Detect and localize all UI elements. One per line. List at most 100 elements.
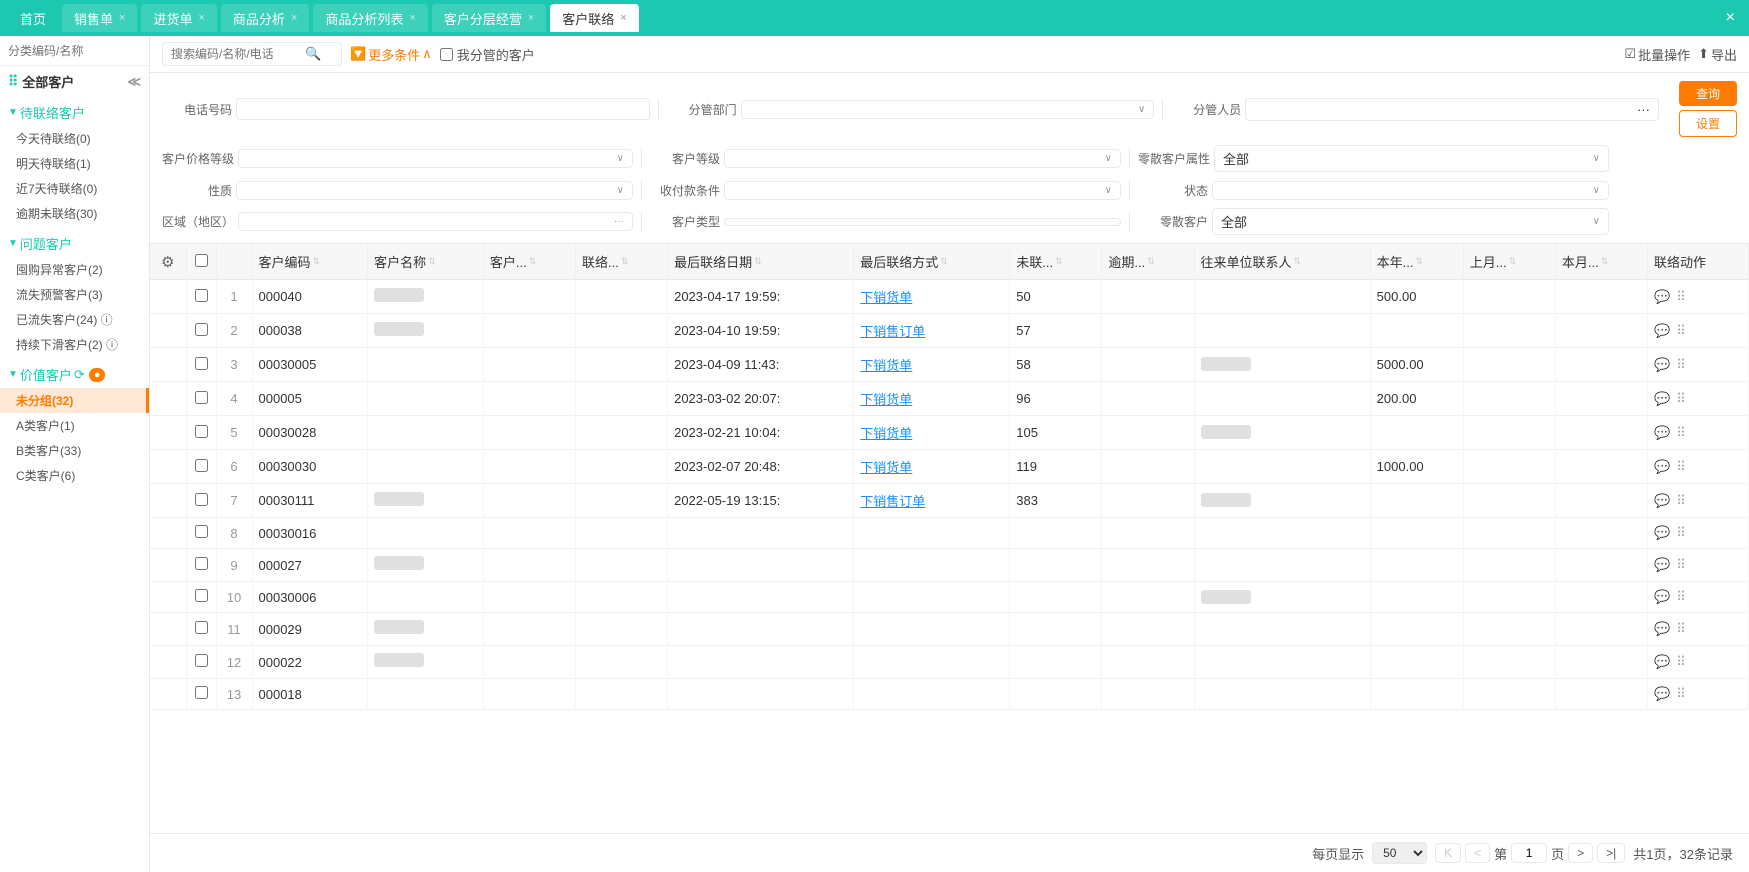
row-checkbox[interactable] (195, 459, 208, 472)
tab-analysis[interactable]: 商品分析 × (221, 4, 309, 32)
reset-button[interactable]: 设置 (1679, 110, 1737, 137)
message-icon[interactable]: 💬 (1654, 654, 1670, 670)
last-page-btn[interactable]: >| (1597, 843, 1625, 863)
first-page-btn[interactable]: K (1435, 843, 1461, 863)
menu-icon[interactable]: ⠿ (1676, 525, 1686, 541)
filter-search-box[interactable]: 🔍 (162, 42, 342, 66)
export-btn[interactable]: ⬆ 导出 (1698, 45, 1737, 64)
filter-phone-input[interactable] (236, 98, 650, 120)
sidebar-group-pending-title[interactable]: ▼ 待联络客户 (0, 99, 149, 126)
th-this-month[interactable]: 本月...⇅ (1555, 244, 1647, 280)
row-checkbox[interactable] (195, 525, 208, 538)
filter-price-level-select[interactable]: ∨ (238, 149, 633, 168)
th-contact[interactable]: 联络...⇅ (575, 244, 667, 280)
filter-nature-select[interactable]: ∨ (236, 181, 633, 200)
tab-analysis-close[interactable]: × (291, 12, 297, 24)
refresh-icon[interactable]: ⟳ (74, 367, 85, 383)
message-icon[interactable]: 💬 (1654, 391, 1670, 407)
menu-icon[interactable]: ⠿ (1676, 589, 1686, 605)
sidebar-item-unclassified[interactable]: 未分组(32) (0, 388, 149, 413)
more-filters-btn[interactable]: 🔽 更多条件 ∧ (350, 45, 432, 64)
tab-home[interactable]: 首页 (8, 4, 58, 32)
row-checkbox[interactable] (195, 391, 208, 404)
sidebar-item-today-pending[interactable]: 今天待联络(0) (0, 126, 149, 151)
sidebar-item-7days-pending[interactable]: 近7天待联络(0) (0, 176, 149, 201)
sidebar-item-class-c[interactable]: C类客户(6) (0, 463, 149, 488)
message-icon[interactable]: 💬 (1654, 289, 1670, 305)
th-name[interactable]: 客户名称⇅ (368, 244, 484, 280)
row-checkbox[interactable] (195, 323, 208, 336)
filter-status-select[interactable]: ∨ (1212, 181, 1609, 200)
row-checkbox[interactable] (195, 686, 208, 699)
th-overdue[interactable]: 逾期...⇅ (1102, 244, 1194, 280)
sidebar-group-problem-title[interactable]: ▼ 问题客户 (0, 230, 149, 257)
sidebar-group-value-title[interactable]: ▼ 价值客户 ⟳ ● (0, 361, 149, 388)
sidebar-collapse-btn[interactable]: ≪ (127, 74, 141, 90)
th-settings[interactable]: ⚙ (150, 244, 186, 280)
menu-icon[interactable]: ⠿ (1676, 357, 1686, 373)
next-page-btn[interactable]: > (1568, 843, 1593, 863)
menu-icon[interactable]: ⠿ (1676, 686, 1686, 702)
last-contact-method-link[interactable]: 下销货单 (860, 392, 912, 407)
page-input[interactable] (1511, 843, 1547, 863)
tab-customer-layer-close[interactable]: × (528, 12, 534, 24)
filter-customer-type-select[interactable] (724, 218, 1121, 226)
row-checkbox[interactable] (195, 289, 208, 302)
th-code[interactable]: 客户编码⇅ (252, 244, 368, 280)
message-icon[interactable]: 💬 (1654, 493, 1670, 509)
row-checkbox[interactable] (195, 621, 208, 634)
filter-customer-level-select[interactable]: ∨ (724, 149, 1121, 168)
message-icon[interactable]: 💬 (1654, 686, 1670, 702)
message-icon[interactable]: 💬 (1654, 557, 1670, 573)
filter-search-input[interactable] (171, 47, 301, 61)
menu-icon[interactable]: ⠿ (1676, 391, 1686, 407)
menu-icon[interactable]: ⠿ (1676, 621, 1686, 637)
th-type[interactable]: 客户...⇅ (483, 244, 575, 280)
tab-analysis-list-close[interactable]: × (409, 12, 415, 24)
menu-icon[interactable]: ⠿ (1676, 459, 1686, 475)
last-contact-method-link[interactable]: 下销货单 (860, 460, 912, 475)
message-icon[interactable]: 💬 (1654, 459, 1670, 475)
filter-retail-customer-select[interactable]: 全部 ∨ (1212, 208, 1609, 235)
menu-icon[interactable]: ⠿ (1676, 557, 1686, 573)
menu-icon[interactable]: ⠿ (1676, 654, 1686, 670)
menu-icon[interactable]: ⠿ (1676, 493, 1686, 509)
sidebar-item-class-a[interactable]: A类客户(1) (0, 413, 149, 438)
menu-icon[interactable]: ⠿ (1676, 289, 1686, 305)
th-this-year[interactable]: 本年...⇅ (1370, 244, 1463, 280)
message-icon[interactable]: 💬 (1654, 357, 1670, 373)
row-checkbox[interactable] (195, 425, 208, 438)
last-contact-method-link[interactable]: 下销货单 (860, 290, 912, 305)
sidebar-all-customers[interactable]: ⠿ 全部客户 ≪ (0, 66, 149, 97)
tab-customer-layer[interactable]: 客户分层经营 × (432, 4, 546, 32)
batch-op-btn[interactable]: ☑ 批量操作 (1624, 45, 1690, 64)
filter-person-select[interactable]: ··· (1245, 98, 1659, 121)
sidebar-item-overdue-pending[interactable]: 逾期未联络(30) (0, 201, 149, 226)
sidebar-item-class-b[interactable]: B类客户(33) (0, 438, 149, 463)
tab-purchase-close[interactable]: × (198, 12, 204, 24)
window-close-button[interactable]: × (1720, 7, 1741, 29)
filter-dept-select[interactable]: ∨ (741, 100, 1155, 119)
last-contact-method-link[interactable]: 下销货单 (860, 426, 912, 441)
th-last-method[interactable]: 最后联络方式⇅ (854, 244, 1010, 280)
prev-page-btn[interactable]: < (1465, 843, 1490, 863)
last-contact-method-link[interactable]: 下销货单 (860, 358, 912, 373)
sidebar-item-tomorrow-pending[interactable]: 明天待联络(1) (0, 151, 149, 176)
th-last-month[interactable]: 上月...⇅ (1463, 244, 1555, 280)
filter-region-select[interactable]: ··· (238, 212, 633, 231)
select-all-checkbox[interactable] (195, 254, 208, 267)
th-not-contacted[interactable]: 未联...⇅ (1010, 244, 1102, 280)
sidebar-item-churn-warning[interactable]: 流失预警客户(3) (0, 282, 149, 307)
row-checkbox[interactable] (195, 493, 208, 506)
my-customers-checkbox[interactable]: 我分管的客户 (440, 45, 535, 64)
message-icon[interactable]: 💬 (1654, 425, 1670, 441)
th-unit-contact[interactable]: 往来单位联系人⇅ (1194, 244, 1370, 280)
tab-sales-close[interactable]: × (119, 12, 125, 24)
sidebar-item-churned[interactable]: 已流失客户(24) ⓘ (0, 307, 149, 332)
sidebar-item-hoarding-abnormal[interactable]: 囤购异常客户(2) (0, 257, 149, 282)
sidebar-item-declining[interactable]: 持续下滑客户(2) ⓘ (0, 332, 149, 357)
settings-icon[interactable]: ⚙ (161, 254, 174, 271)
row-checkbox[interactable] (195, 357, 208, 370)
message-icon[interactable]: 💬 (1654, 525, 1670, 541)
my-customers-check[interactable] (440, 48, 453, 61)
